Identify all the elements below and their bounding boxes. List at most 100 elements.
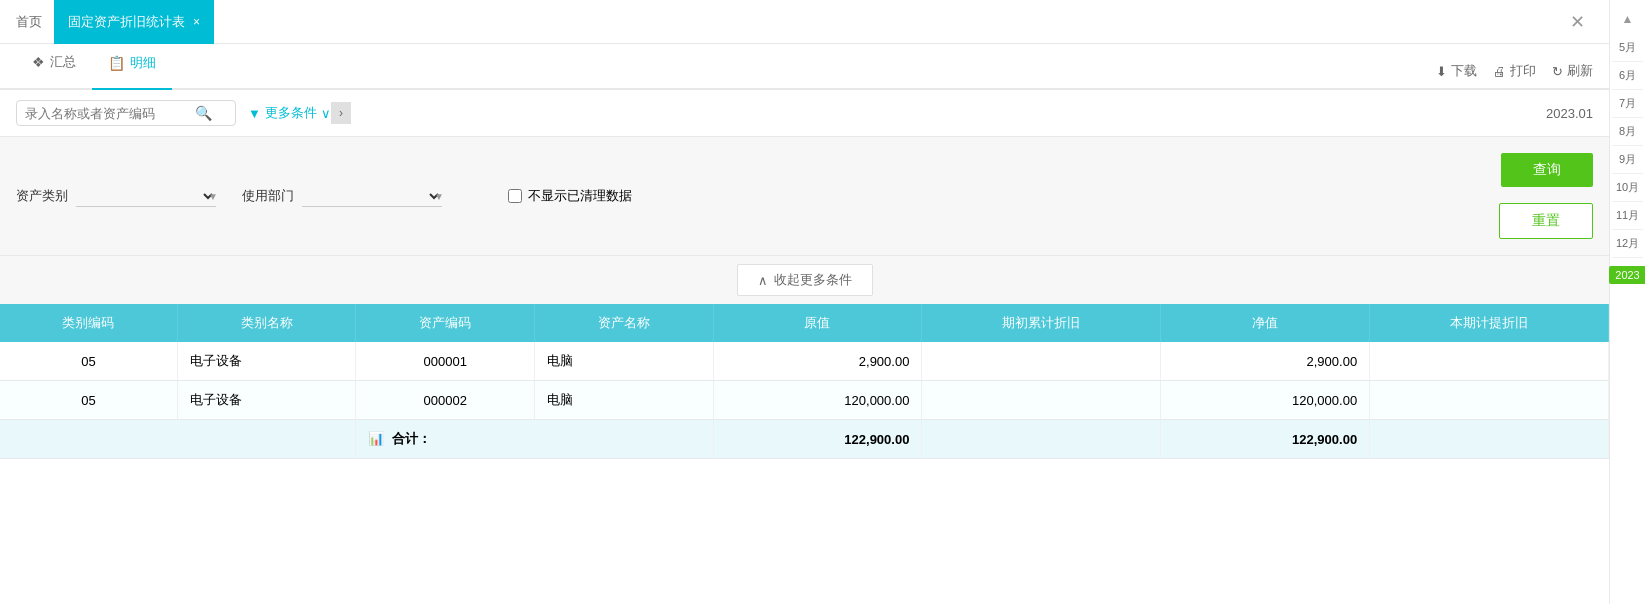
cell-category-code: 05: [0, 342, 177, 381]
tab-detail-label: 明细: [130, 54, 156, 72]
scroll-up-icon[interactable]: ▲: [1618, 8, 1638, 30]
top-nav: 首页 固定资产折旧统计表 × ✕: [0, 0, 1609, 44]
data-table: 类别编码 类别名称 资产编码 资产名称 原值 期初累计折旧 净值 本期计提折旧 …: [0, 304, 1609, 459]
asset-category-select[interactable]: [76, 185, 216, 207]
cell-accumulated-depreciation: [922, 342, 1161, 381]
sub-tabs-bar: ❖ 汇总 📋 明细 ⬇ 下载 🖨 打印 ↻ 刷新: [0, 44, 1609, 90]
total-icon: 📊: [368, 431, 384, 446]
filter-icon: ▼: [248, 106, 261, 121]
reset-button[interactable]: 重置: [1499, 203, 1593, 239]
th-current-depreciation: 本期计提折旧: [1370, 304, 1609, 342]
department-select[interactable]: [302, 185, 442, 207]
tab-summary[interactable]: ❖ 汇总: [16, 44, 92, 88]
th-net-value: 净值: [1161, 304, 1370, 342]
total-original-value: 122,900.00: [713, 420, 922, 459]
total-accumulated-depreciation: [922, 420, 1161, 459]
tab-close-icon[interactable]: ×: [193, 15, 200, 29]
detail-icon: 📋: [108, 55, 125, 71]
sidebar-month-item[interactable]: 11月: [1612, 202, 1643, 230]
nav-arrow-button[interactable]: ›: [331, 102, 351, 124]
asset-category-label: 资产类别: [16, 187, 68, 205]
cell-asset-code: 000001: [356, 342, 535, 381]
sidebar-month-item[interactable]: 6月: [1612, 62, 1643, 90]
department-label: 使用部门: [242, 187, 294, 205]
cell-category-name: 电子设备: [177, 342, 356, 381]
active-tab[interactable]: 固定资产折旧统计表 ×: [54, 0, 214, 44]
th-asset-code: 资产编码: [356, 304, 535, 342]
tab-summary-label: 汇总: [50, 53, 76, 71]
hide-cleared-checkbox[interactable]: [508, 189, 522, 203]
cell-original-value: 2,900.00: [713, 342, 922, 381]
search-wrapper: 🔍: [16, 100, 236, 126]
cell-accumulated-depreciation: [922, 381, 1161, 420]
chevron-down-icon: ∨: [321, 106, 331, 121]
search-icon[interactable]: 🔍: [195, 105, 212, 121]
collapse-button[interactable]: ∧ 收起更多条件: [737, 264, 873, 296]
cell-category-name: 电子设备: [177, 381, 356, 420]
year-badge: 2023: [1609, 266, 1645, 284]
print-label: 打印: [1510, 62, 1536, 80]
collapse-icon: ∧: [758, 273, 768, 288]
sidebar-month-item[interactable]: 12月: [1612, 230, 1643, 258]
table-row: 05 电子设备 000002 电脑 120,000.00 120,000.00: [0, 381, 1609, 420]
cell-asset-name: 电脑: [534, 342, 713, 381]
nav-home[interactable]: 首页: [16, 13, 54, 31]
print-button[interactable]: 🖨 打印: [1493, 62, 1536, 80]
th-original-value: 原值: [713, 304, 922, 342]
download-icon: ⬇: [1436, 64, 1447, 79]
department-filter: 使用部门 ▼: [242, 185, 444, 207]
hide-cleared-filter: 不显示已清理数据: [508, 187, 632, 205]
print-icon: 🖨: [1493, 64, 1506, 79]
date-display: 2023.01: [1546, 106, 1593, 121]
filter-buttons: 查询 重置: [1499, 153, 1593, 239]
cell-asset-name: 电脑: [534, 381, 713, 420]
total-combined: 📊 合计：: [356, 420, 713, 459]
search-bar: 🔍 ▼ 更多条件 ∨ › 2023.01: [0, 90, 1609, 137]
collapse-label: 收起更多条件: [774, 271, 852, 289]
more-conditions-label: 更多条件: [265, 104, 317, 122]
th-accumulated-depreciation: 期初累计折旧: [922, 304, 1161, 342]
download-label: 下载: [1451, 62, 1477, 80]
window-close-icon[interactable]: ✕: [1562, 7, 1593, 37]
refresh-label: 刷新: [1567, 62, 1593, 80]
content-panel: ❖ 汇总 📋 明细 ⬇ 下载 🖨 打印 ↻ 刷新: [0, 44, 1609, 604]
sidebar-month-item[interactable]: 5月: [1612, 34, 1643, 62]
toolbar-actions: ⬇ 下载 🖨 打印 ↻ 刷新: [1436, 62, 1593, 88]
th-asset-name: 资产名称: [534, 304, 713, 342]
tab-label: 固定资产折旧统计表: [68, 13, 185, 31]
cell-current-depreciation: [1370, 342, 1609, 381]
total-net-value: 122,900.00: [1161, 420, 1370, 459]
filter-row: 资产类别 ▼ 使用部门 ▼ 不显示已清理数据: [16, 153, 1593, 239]
month-list: 5月6月7月8月9月10月11月12月: [1612, 34, 1643, 258]
total-row: 📊 合计： 122,900.00 122,900.00: [0, 420, 1609, 459]
sidebar-month-item[interactable]: 9月: [1612, 146, 1643, 174]
th-category-code: 类别编码: [0, 304, 177, 342]
right-sidebar: ▲ 5月6月7月8月9月10月11月12月 2023: [1609, 0, 1645, 604]
sidebar-month-item[interactable]: 8月: [1612, 118, 1643, 146]
download-button[interactable]: ⬇ 下载: [1436, 62, 1477, 80]
total-label: [0, 420, 356, 459]
cell-category-code: 05: [0, 381, 177, 420]
search-input[interactable]: [25, 106, 195, 121]
total-current-depreciation: [1370, 420, 1609, 459]
cell-net-value: 120,000.00: [1161, 381, 1370, 420]
table-header-row: 类别编码 类别名称 资产编码 资产名称 原值 期初累计折旧 净值 本期计提折旧: [0, 304, 1609, 342]
table-container: 类别编码 类别名称 资产编码 资产名称 原值 期初累计折旧 净值 本期计提折旧 …: [0, 304, 1609, 604]
summary-icon: ❖: [32, 54, 45, 70]
asset-category-filter: 资产类别 ▼: [16, 185, 218, 207]
query-button[interactable]: 查询: [1501, 153, 1593, 187]
cell-asset-code: 000002: [356, 381, 535, 420]
tab-detail[interactable]: 📋 明细: [92, 46, 172, 90]
cell-original-value: 120,000.00: [713, 381, 922, 420]
collapse-row: ∧ 收起更多条件: [0, 256, 1609, 304]
filter-panel: 资产类别 ▼ 使用部门 ▼ 不显示已清理数据: [0, 137, 1609, 256]
cell-net-value: 2,900.00: [1161, 342, 1370, 381]
sidebar-month-item[interactable]: 7月: [1612, 90, 1643, 118]
hide-cleared-label: 不显示已清理数据: [528, 187, 632, 205]
total-text: 合计：: [392, 431, 431, 446]
sidebar-month-item[interactable]: 10月: [1612, 174, 1643, 202]
refresh-icon: ↻: [1552, 64, 1563, 79]
table-row: 05 电子设备 000001 电脑 2,900.00 2,900.00: [0, 342, 1609, 381]
more-conditions-button[interactable]: ▼ 更多条件 ∨: [248, 104, 331, 122]
refresh-button[interactable]: ↻ 刷新: [1552, 62, 1593, 80]
